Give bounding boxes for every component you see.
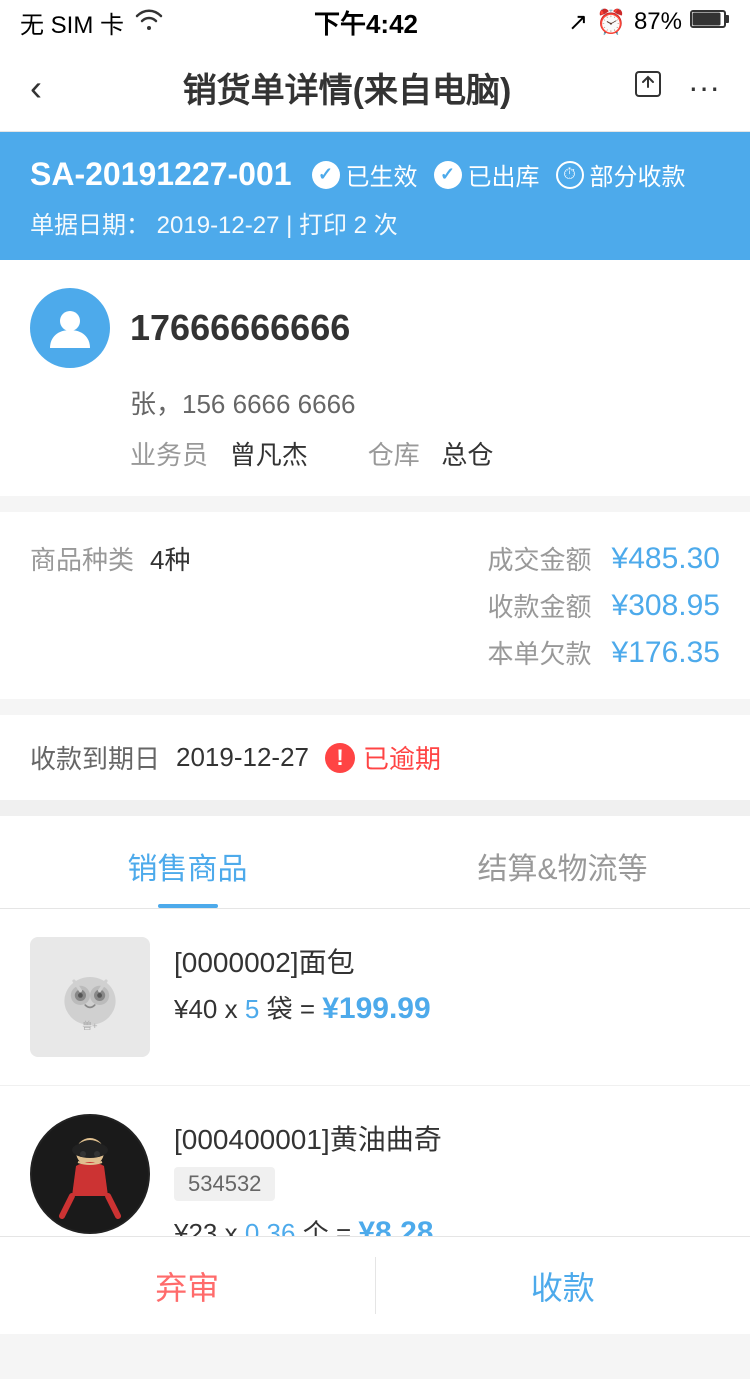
debt-amount-row: 本单欠款 ¥176.35	[488, 634, 720, 671]
reject-button[interactable]: 弃审	[0, 1237, 375, 1334]
svg-text:兽+: 兽+	[82, 1020, 98, 1032]
location-icon: ↗	[568, 8, 588, 37]
sales-label: 业务员	[130, 440, 208, 470]
product-unit-1: 袋	[267, 994, 293, 1024]
product-image-2	[30, 1114, 150, 1234]
tab-products-label: 销售商品	[128, 853, 248, 886]
overdue-text: 已逾期	[363, 739, 441, 776]
avatar-icon	[45, 303, 95, 353]
sales-meta: 业务员 曾凡杰	[130, 435, 308, 472]
product-type-label: 商品种类	[30, 540, 134, 577]
status-activated-label: 已生效	[346, 157, 418, 192]
stats-section: 商品种类 4种 成交金额 ¥485.30 收款金额 ¥308.95 本单欠款 ¥…	[0, 512, 750, 699]
customer-row: 17666666666	[30, 288, 720, 368]
deal-amount-value: ¥485.30	[612, 542, 720, 576]
financial-stats: 成交金额 ¥485.30 收款金额 ¥308.95 本单欠款 ¥176.35	[488, 540, 720, 671]
reject-label: 弃审	[155, 1263, 219, 1309]
share-icon[interactable]	[632, 68, 664, 108]
customer-phone: 17666666666	[130, 307, 350, 349]
product-info-1: [0000002]面包 ¥40 x 5 袋 = ¥199.99	[174, 937, 720, 1026]
nav-bar: ‹ 销货单详情(来自电脑) ···	[0, 44, 750, 132]
status-activated: ✓ 已生效	[312, 157, 418, 192]
product-list: 兽+ [0000002]面包 ¥40 x 5 袋 = ¥199.99	[0, 909, 750, 1279]
product-total-1: ¥199.99	[322, 992, 430, 1025]
product-item: 兽+ [0000002]面包 ¥40 x 5 袋 = ¥199.99	[0, 909, 750, 1086]
sales-value: 曾凡杰	[230, 440, 308, 470]
order-date: 2019-12-27	[157, 212, 280, 239]
due-date-value: 2019-12-27	[176, 742, 309, 773]
product-quantity-1: 5	[245, 994, 259, 1024]
product-info-2: [000400001]黄油曲奇 534532 ¥23 x 0.36 个 = ¥8…	[174, 1114, 720, 1250]
sim-indicator: 无 SIM 卡	[20, 5, 124, 40]
product-placeholder-1: 兽+	[30, 937, 150, 1057]
tab-settlement-label: 结算&物流等	[477, 853, 647, 886]
debt-value: ¥176.35	[612, 636, 720, 670]
status-partial-payment: ⏱ 部分收款	[556, 157, 686, 192]
customer-section: 17666666666 张，156 6666 6666 业务员 曾凡杰 仓库 总…	[0, 260, 750, 496]
product-name-1: [0000002]面包	[174, 941, 720, 981]
product-name-2: [000400001]黄油曲奇	[174, 1118, 720, 1158]
collected-value: ¥308.95	[612, 589, 720, 623]
back-button[interactable]: ‹	[30, 67, 42, 109]
status-left: 无 SIM 卡	[20, 5, 164, 40]
product-thumbnail-2	[30, 1114, 150, 1234]
tab-settlement[interactable]: 结算&物流等	[375, 816, 750, 908]
bottom-bar: 弃审 收款	[0, 1236, 750, 1334]
collect-label: 收款	[531, 1263, 595, 1309]
overdue-icon: !	[325, 743, 355, 773]
status-partial-label: 部分收款	[590, 157, 686, 192]
check-icon-activated: ✓	[312, 161, 340, 189]
deal-amount-label: 成交金额	[488, 540, 592, 577]
product-price-amount-1: ¥40	[174, 994, 217, 1024]
status-tags: ✓ 已生效 ✓ 已出库 ⏱ 部分收款	[312, 157, 686, 192]
product-sku-2: 534532	[174, 1167, 275, 1201]
nav-actions: ···	[632, 68, 720, 108]
deal-amount-row: 成交金额 ¥485.30	[488, 540, 720, 577]
check-icon-shipped: ✓	[434, 161, 462, 189]
status-shipped-label: 已出库	[468, 157, 540, 192]
warehouse-meta: 仓库 总仓	[368, 435, 494, 472]
warehouse-value: 总仓	[441, 440, 493, 470]
debt-label: 本单欠款	[488, 634, 592, 671]
status-right: ↗ ⏰ 87%	[568, 8, 730, 37]
order-date-info: 单据日期： 2019-12-27 | 打印 2 次	[30, 205, 720, 240]
product-price-1: ¥40 x 5 袋 = ¥199.99	[174, 989, 720, 1026]
section-divider	[0, 800, 750, 816]
status-shipped: ✓ 已出库	[434, 157, 540, 192]
customer-avatar	[30, 288, 110, 368]
content-tabs: 销售商品 结算&物流等	[0, 816, 750, 909]
print-info: | 打印 2 次	[286, 212, 398, 239]
alarm-icon: ⏰	[596, 8, 626, 37]
owl-icon: 兽+	[50, 957, 130, 1037]
battery-level: 87%	[634, 8, 682, 36]
collected-amount-row: 收款金额 ¥308.95	[488, 587, 720, 624]
collected-label: 收款金额	[488, 587, 592, 624]
product-type-value: 4种	[150, 540, 190, 577]
customer-contact: 张，156 6666 6666	[30, 384, 720, 421]
warehouse-label: 仓库	[368, 440, 420, 470]
battery-icon	[690, 8, 730, 37]
order-header-row: SA-20191227-001 ✓ 已生效 ✓ 已出库 ⏱ 部分收款	[30, 156, 720, 193]
clock-icon: ⏱	[556, 161, 584, 189]
due-date-section: 收款到期日 2019-12-27 ! 已逾期	[0, 715, 750, 800]
product-eq-1: =	[300, 994, 322, 1024]
product-price-sep-1: x	[225, 994, 245, 1024]
customer-meta: 业务员 曾凡杰 仓库 总仓	[30, 435, 720, 472]
order-header-banner: SA-20191227-001 ✓ 已生效 ✓ 已出库 ⏱ 部分收款 单据日期：…	[0, 132, 750, 260]
status-time: 下午4:42	[314, 4, 418, 41]
date-label: 单据日期：	[30, 212, 150, 239]
product-thumbnail-1: 兽+	[30, 937, 150, 1057]
due-date-label: 收款到期日	[30, 739, 160, 776]
status-bar: 无 SIM 卡 下午4:42 ↗ ⏰ 87%	[0, 0, 750, 44]
collect-button[interactable]: 收款	[376, 1237, 750, 1334]
tab-products[interactable]: 销售商品	[0, 816, 375, 908]
wifi-icon	[134, 8, 164, 37]
order-number: SA-20191227-001	[30, 156, 292, 193]
overdue-badge: ! 已逾期	[325, 739, 441, 776]
page-title: 销货单详情(来自电脑)	[62, 63, 632, 112]
more-icon[interactable]: ···	[688, 69, 720, 106]
product-type-stats: 商品种类 4种	[30, 540, 190, 577]
